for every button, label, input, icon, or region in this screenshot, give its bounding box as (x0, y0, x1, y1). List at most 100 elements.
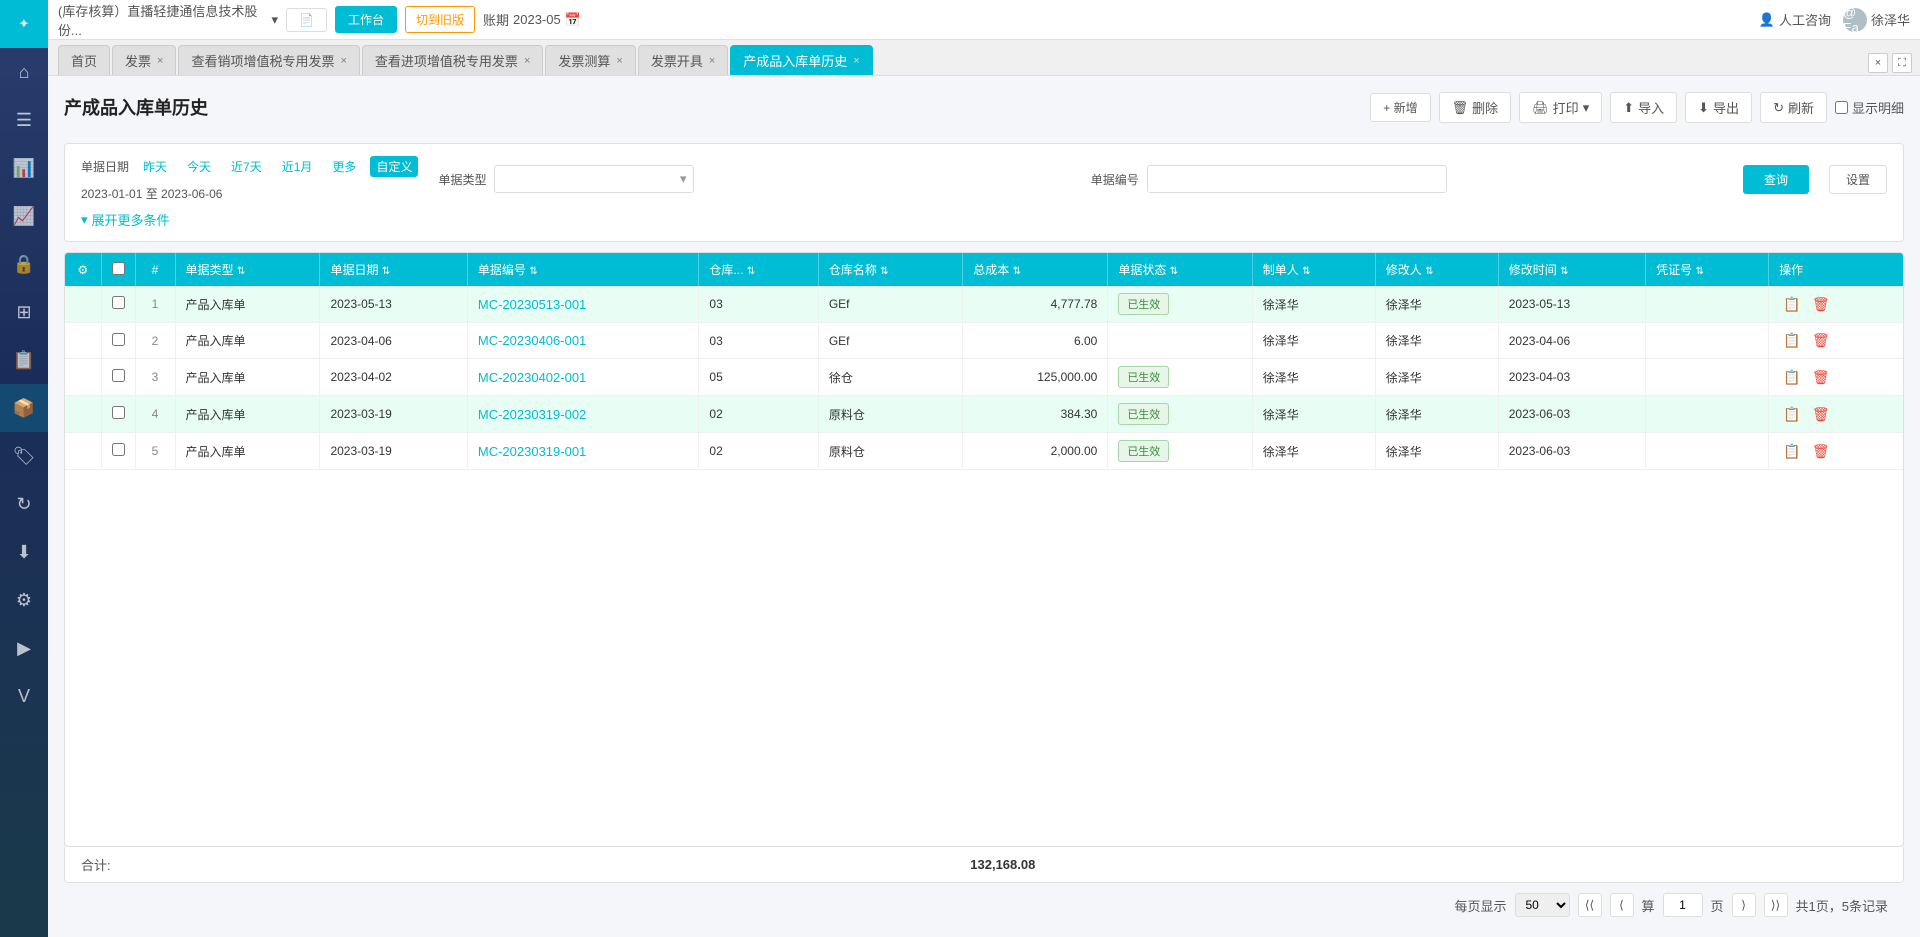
row-delete-btn[interactable]: 🗑 (1808, 441, 1834, 462)
support-btn[interactable]: 👤 人工咨询 (1759, 10, 1831, 29)
col-select-all[interactable] (101, 253, 135, 286)
col-date[interactable]: 单据日期 (320, 253, 467, 286)
type-filter-select[interactable] (494, 165, 694, 193)
sidebar-item-play[interactable]: ▶ (0, 624, 48, 672)
col-status[interactable]: 单据状态 (1108, 253, 1252, 286)
sidebar-item-settings2[interactable]: ⚙ (0, 576, 48, 624)
sidebar-item-v[interactable]: V (0, 672, 48, 720)
tab-invoice-close[interactable]: × (157, 55, 163, 67)
row-number[interactable]: MC-20230402-001 (467, 359, 699, 396)
row-checkbox[interactable] (112, 443, 125, 456)
switch-old-btn[interactable]: 切到旧版 (405, 6, 475, 33)
col-creator[interactable]: 制单人 (1252, 253, 1375, 286)
page-input[interactable] (1663, 893, 1703, 917)
workbench-btn[interactable]: 工作台 (335, 6, 397, 33)
export-btn[interactable]: ⬇ 导出 (1685, 92, 1752, 123)
edit-btn[interactable]: 📋 (1779, 441, 1804, 462)
doc-number-link[interactable]: MC-20230513-001 (478, 297, 586, 312)
show-detail-checkbox[interactable] (1835, 101, 1848, 114)
user-profile[interactable]: @ Ea 徐泽华 (1843, 8, 1910, 32)
tab-invoice-calc[interactable]: 发票测算 × (545, 45, 635, 75)
row-checkbox[interactable] (112, 406, 125, 419)
row-checkbox[interactable] (112, 296, 125, 309)
sidebar-item-cycle[interactable]: ↻ (0, 480, 48, 528)
edit-btn[interactable]: 📋 (1779, 294, 1804, 315)
row-delete-btn[interactable]: 🗑 (1808, 404, 1834, 425)
col-modify-time[interactable]: 修改时间 (1498, 253, 1645, 286)
row-delete-btn[interactable]: 🗑 (1808, 367, 1834, 388)
settings-btn[interactable]: 设置 (1829, 165, 1887, 194)
last-page-btn[interactable]: ⟩⟩ (1764, 893, 1788, 917)
tab-product-history-close[interactable]: × (853, 55, 859, 67)
tab-home[interactable]: 首页 (58, 45, 110, 75)
tab-invoice-calc-close[interactable]: × (616, 55, 622, 67)
edit-btn[interactable]: 📋 (1779, 404, 1804, 425)
row-number[interactable]: MC-20230319-001 (467, 433, 699, 470)
date-option-1month[interactable]: 近1月 (276, 156, 319, 177)
sidebar-item-chart[interactable]: 📊 (0, 144, 48, 192)
select-all-checkbox[interactable] (112, 262, 125, 275)
tab-product-history[interactable]: 产成品入库单历史 × (730, 45, 872, 75)
row-number[interactable]: MC-20230513-001 (467, 286, 699, 323)
col-warehouse-code[interactable]: 仓库... (699, 253, 818, 286)
date-option-custom[interactable]: 自定义 (370, 156, 418, 177)
per-page-select[interactable]: 50 100 200 (1515, 893, 1570, 917)
sidebar-item-table2[interactable]: ⊞ (0, 288, 48, 336)
col-total-cost[interactable]: 总成本 (963, 253, 1108, 286)
doc-number-link[interactable]: MC-20230319-002 (478, 407, 586, 422)
query-btn[interactable]: 查询 (1743, 165, 1809, 194)
col-number[interactable]: 单据编号 (467, 253, 699, 286)
refresh-btn[interactable]: ↻ 刷新 (1760, 92, 1827, 123)
date-option-more[interactable]: 更多 (326, 156, 362, 177)
date-option-7days[interactable]: 近7天 (225, 156, 268, 177)
doc-number-link[interactable]: MC-20230406-001 (478, 333, 586, 348)
row-checkbox[interactable] (112, 333, 125, 346)
sidebar-item-download[interactable]: ⬇ (0, 528, 48, 576)
period-calendar-icon[interactable]: 📅 (565, 12, 581, 28)
sidebar-item-doc[interactable]: ☰ (0, 96, 48, 144)
tab-invoice-open-close[interactable]: × (709, 55, 715, 67)
next-page-btn[interactable]: ⟩ (1732, 893, 1756, 917)
row-checkbox-cell[interactable] (101, 286, 135, 323)
show-detail-toggle-label[interactable]: 显示明细 (1835, 98, 1904, 117)
col-type[interactable]: 单据类型 (175, 253, 320, 286)
row-delete-btn[interactable]: 🗑 (1808, 330, 1834, 351)
row-checkbox-cell[interactable] (101, 359, 135, 396)
sidebar-item-lock[interactable]: 🔒 (0, 240, 48, 288)
col-warehouse-name[interactable]: 仓库名称 (818, 253, 962, 286)
sidebar-item-home[interactable]: ⌂ (0, 48, 48, 96)
row-checkbox-cell[interactable] (101, 433, 135, 470)
import-btn[interactable]: ⬆ 导入 (1610, 92, 1677, 123)
doc-template-btn[interactable]: 📄 (286, 8, 327, 32)
tab-fullscreen-btn[interactable]: ⛶ (1892, 53, 1912, 73)
first-page-btn[interactable]: ⟨⟨ (1578, 893, 1602, 917)
row-checkbox-cell[interactable] (101, 396, 135, 433)
tab-purchase-vat-close[interactable]: × (524, 55, 530, 67)
doc-number-link[interactable]: MC-20230402-001 (478, 370, 586, 385)
row-checkbox[interactable] (112, 369, 125, 382)
edit-btn[interactable]: 📋 (1779, 367, 1804, 388)
company-selector[interactable]: (库存核算）直播轻捷通信息技术股份... (58, 1, 278, 39)
row-number[interactable]: MC-20230319-002 (467, 396, 699, 433)
tab-invoice[interactable]: 发票 × (112, 45, 176, 75)
col-voucher[interactable]: 凭证号 (1646, 253, 1769, 286)
tab-sales-vat[interactable]: 查看销项增值税专用发票 × (178, 45, 359, 75)
number-filter-input[interactable] (1147, 165, 1447, 193)
print-dropdown-icon[interactable] (1583, 100, 1590, 116)
tab-purchase-vat[interactable]: 查看进项增值税专用发票 × (362, 45, 543, 75)
delete-btn[interactable]: 🗑 删除 (1439, 92, 1512, 123)
new-btn[interactable]: + 新增 (1370, 93, 1430, 122)
edit-btn[interactable]: 📋 (1779, 330, 1804, 351)
sidebar-item-analysis[interactable]: 📈 (0, 192, 48, 240)
date-option-yesterday[interactable]: 昨天 (137, 156, 173, 177)
tab-close-all-btn[interactable]: × (1868, 53, 1888, 73)
expand-more-btn[interactable]: ▾ 展开更多条件 (81, 210, 1887, 229)
col-modifier[interactable]: 修改人 (1375, 253, 1498, 286)
company-dropdown-icon[interactable] (271, 12, 278, 28)
sidebar-item-product[interactable]: 📦 (0, 384, 48, 432)
row-number[interactable]: MC-20230406-001 (467, 323, 699, 359)
col-settings[interactable]: ⚙ (65, 253, 101, 286)
sidebar-item-voucher[interactable]: 📋 (0, 336, 48, 384)
prev-page-btn[interactable]: ⟨ (1610, 893, 1634, 917)
doc-number-link[interactable]: MC-20230319-001 (478, 444, 586, 459)
